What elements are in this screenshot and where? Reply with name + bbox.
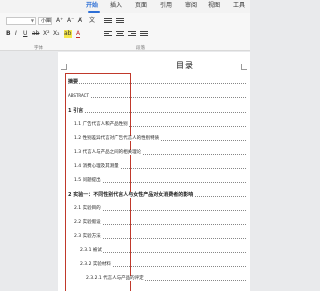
tab-view[interactable]: 视图 [208, 2, 220, 10]
font-color-button[interactable]: A [76, 30, 81, 38]
toc-entry[interactable]: 1.2 性别差异代言对广告代言人的性别特质 [74, 134, 246, 144]
phonetic-button[interactable]: 文 [89, 17, 95, 25]
toc-entry[interactable]: 1.4 消费心理及其测量 [74, 162, 246, 172]
strikethrough-button[interactable]: ab [32, 30, 40, 38]
page-margin-corner [241, 64, 247, 70]
toc-entry[interactable]: 1.5 问题提出 [74, 176, 246, 186]
align-right-icon[interactable] [128, 31, 136, 37]
chevron-down-icon: ▼ [30, 18, 34, 23]
tab-home[interactable]: 开始 [86, 2, 98, 10]
superscript-button[interactable]: X² [43, 30, 50, 38]
underline-button[interactable]: U [23, 30, 27, 38]
align-left-icon[interactable] [104, 31, 112, 37]
subscript-button[interactable]: X₂ [53, 30, 60, 38]
bullet-list-icon[interactable] [104, 18, 112, 24]
toc-entry[interactable]: 1 引言 [68, 106, 246, 116]
tab-tools[interactable]: 工具 [233, 2, 245, 10]
toc-entry[interactable]: 摘要 [68, 77, 246, 87]
document-title[interactable]: 目录 [176, 60, 194, 71]
justify-icon[interactable] [140, 31, 148, 37]
tab-review[interactable]: 审阅 [185, 2, 197, 10]
chevron-down-icon: ▼ [46, 18, 50, 23]
font-group-label: 字体 [34, 46, 43, 51]
tab-insert[interactable]: 插入 [110, 2, 122, 10]
toc-entry[interactable]: ABSTRACT [68, 91, 246, 101]
bold-button[interactable]: B [6, 30, 11, 38]
align-center-icon[interactable] [116, 31, 124, 37]
grow-font-button[interactable]: A⁺ [56, 17, 63, 25]
toc-entry[interactable]: 2.3.2 实验材料 [80, 260, 246, 270]
numbered-list-icon[interactable] [116, 18, 124, 24]
font-size-select[interactable]: 小四 ▼ [38, 17, 52, 25]
tab-references[interactable]: 引用 [160, 2, 172, 10]
highlight-button[interactable]: ab [64, 30, 72, 38]
shrink-font-button[interactable]: A⁻ [67, 17, 74, 25]
toc-entry[interactable]: 2.3 实验方法 [74, 232, 246, 242]
tab-page[interactable]: 页面 [135, 2, 147, 10]
toc-entry[interactable]: 2.3.1 被试 [80, 246, 246, 256]
font-name-select[interactable]: ▼ [6, 17, 36, 25]
ribbon-toolbar: ▼ 小四 ▼ A⁺ A⁻ A̸ 文 B I U ab X² X₂ ab A 字体… [0, 13, 250, 51]
toc-entry[interactable]: 1.1 广告代言人和产品性别 [74, 120, 246, 130]
clear-format-button[interactable]: A̸ [78, 17, 82, 25]
paragraph-group-label: 段落 [136, 46, 145, 51]
toc-entry[interactable]: 1.3 代言人与产品之间的相关理论 [74, 148, 246, 158]
page-margin-corner [61, 64, 67, 70]
toc-entry[interactable]: 2 实验一：不同性别代言人与女性产品对女消费者的影响 [68, 190, 246, 200]
toc-entry[interactable]: 2.2 实验假设 [74, 218, 246, 228]
ribbon-tabbar: 开始 插入 页面 引用 审阅 视图 工具 [0, 0, 250, 13]
toc-entry[interactable]: 2.3.2.1 代言人与产品的评定 [86, 274, 246, 284]
toc-entry[interactable]: 2.1 实验目的 [74, 204, 246, 214]
italic-button[interactable]: I [15, 30, 17, 38]
